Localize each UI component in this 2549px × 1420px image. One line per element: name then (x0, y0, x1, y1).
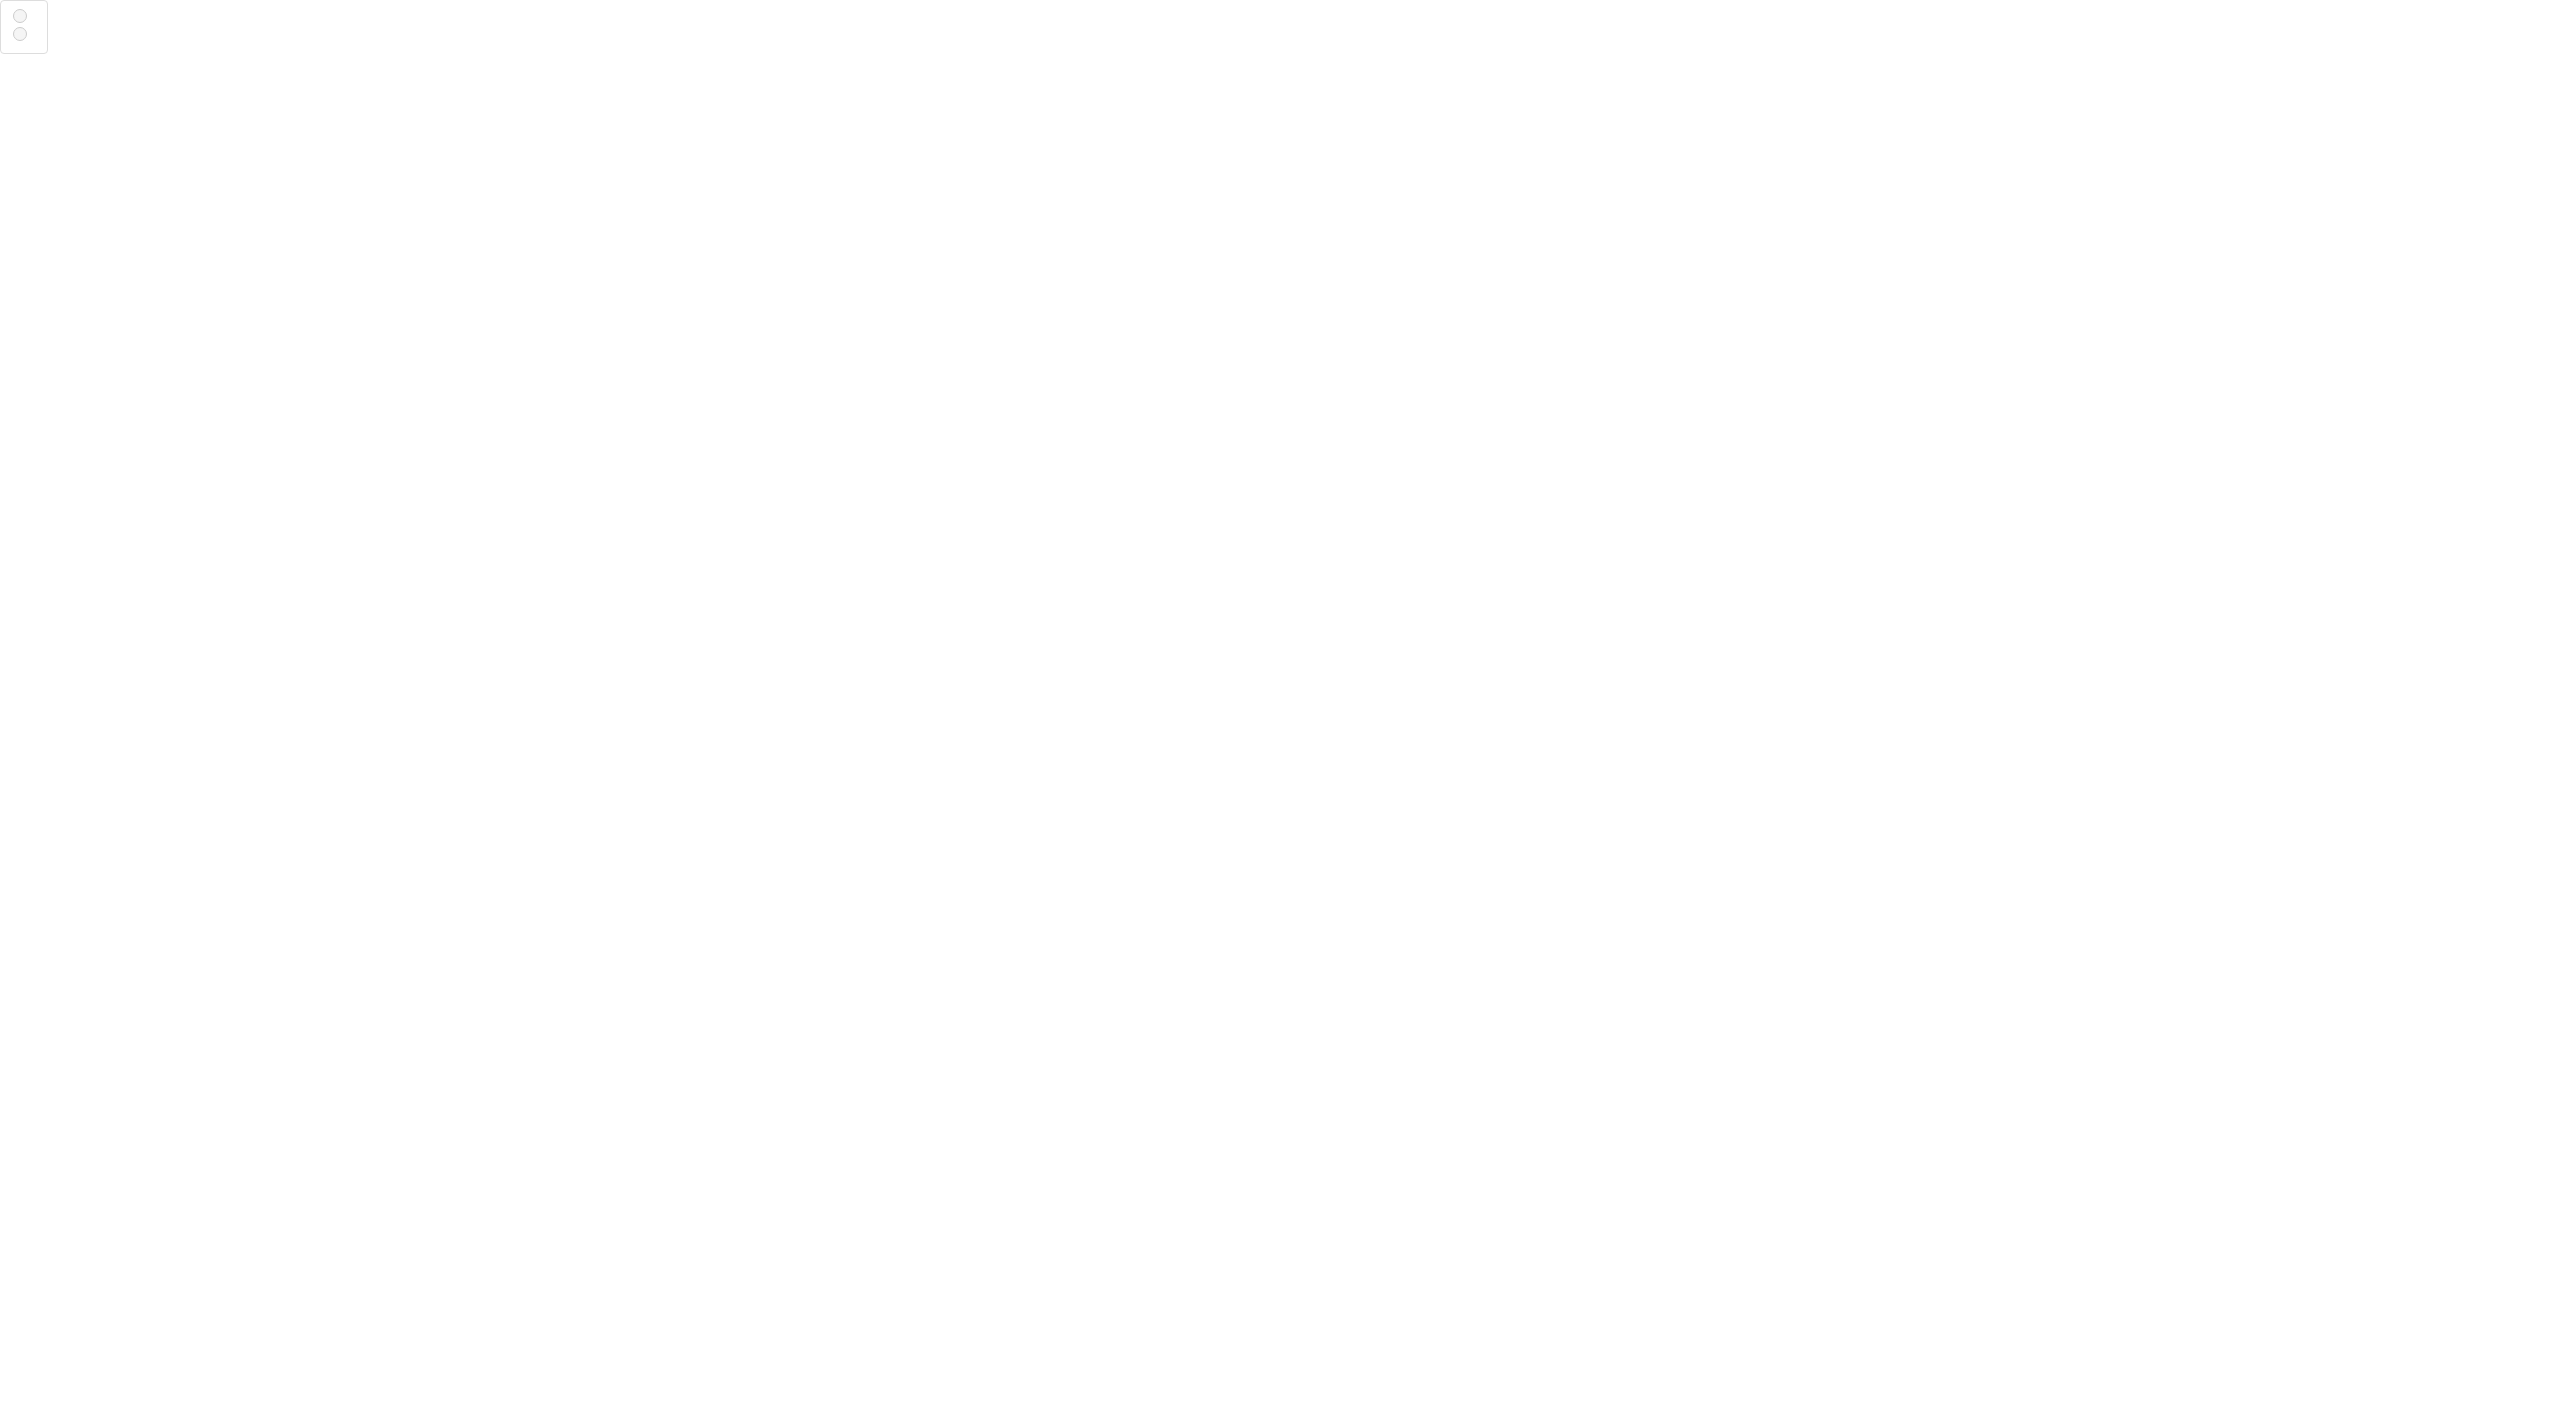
legend-item-1 (13, 9, 35, 23)
legend (0, 0, 48, 54)
legend-item-2 (13, 27, 35, 41)
legend-color-1 (13, 9, 27, 23)
legend-color-2 (13, 27, 27, 41)
